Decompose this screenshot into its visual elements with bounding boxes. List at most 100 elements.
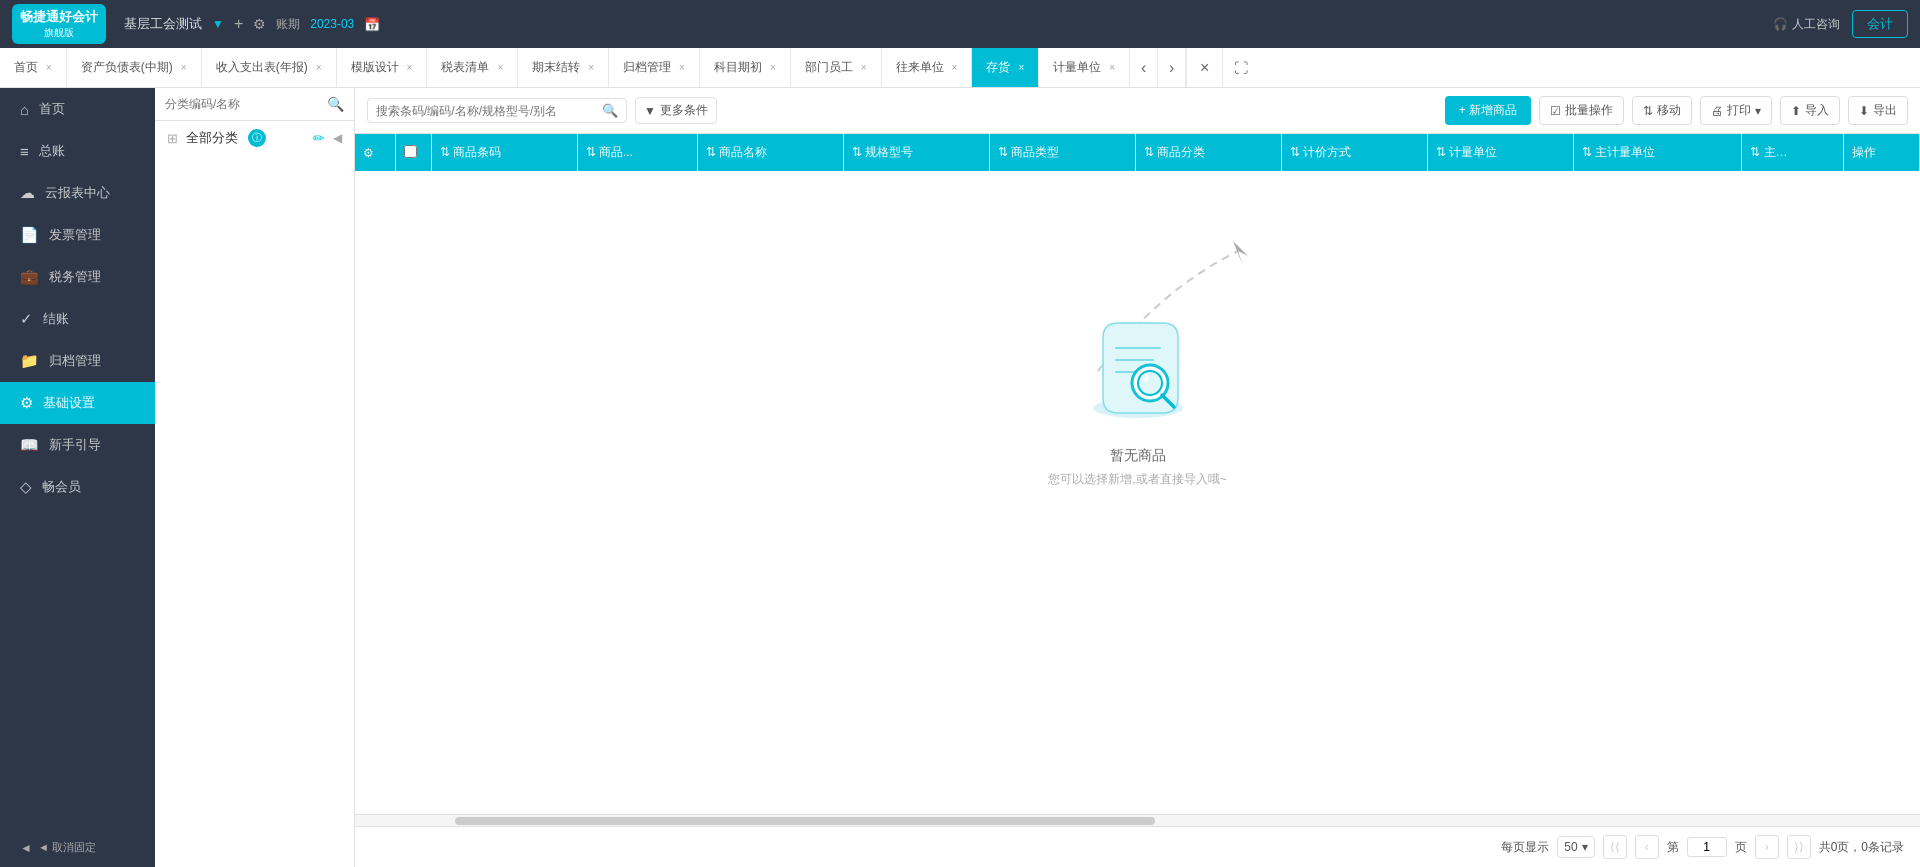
col-code[interactable]: ⇅ 商品... <box>577 134 697 171</box>
tab-archive-mgr[interactable]: 归档管理 × <box>609 48 700 87</box>
empty-subtitle: 您可以选择新增,或者直接导入哦~ <box>1048 471 1226 488</box>
invoice-icon: 📄 <box>20 226 39 244</box>
tab-next-button[interactable]: › <box>1158 48 1186 87</box>
tab-period-end[interactable]: 期末结转 × <box>518 48 609 87</box>
prev-page-button[interactable]: ‹ <box>1635 835 1659 859</box>
tab-close-dept-emp[interactable]: × <box>861 62 867 73</box>
horizontal-scrollbar[interactable] <box>355 814 1920 826</box>
tab-inventory[interactable]: 存货 × <box>972 48 1039 87</box>
tab-expand-button[interactable]: ⛶ <box>1222 48 1258 87</box>
col-barcode[interactable]: ⇅ 商品条码 <box>431 134 577 171</box>
sidebar-item-invoice[interactable]: 📄 发票管理 <box>0 214 155 256</box>
print-button[interactable]: 🖨 打印 ▾ <box>1700 96 1772 125</box>
tab-income[interactable]: 收入支出表(年报) × <box>202 48 337 87</box>
calendar-icon[interactable]: 📅 <box>364 17 380 32</box>
sidebar-item-archive[interactable]: 📁 归档管理 <box>0 340 155 382</box>
filter-button[interactable]: ▼ 更多条件 <box>635 97 717 124</box>
tab-close-unit[interactable]: × <box>1109 62 1115 73</box>
tab-close-home[interactable]: × <box>46 62 52 73</box>
ledger-icon: ≡ <box>20 143 29 160</box>
empty-state: 暂无商品 您可以选择新增,或者直接导入哦~ <box>355 171 1920 528</box>
add-tab-icon[interactable]: + <box>234 15 243 33</box>
tax-icon: 💼 <box>20 268 39 286</box>
tab-unit[interactable]: 计量单位 × <box>1039 48 1130 87</box>
tab-template[interactable]: 模版设计 × <box>337 48 428 87</box>
page-number-input[interactable] <box>1687 837 1727 857</box>
tab-close-period-end[interactable]: × <box>588 62 594 73</box>
category-search-icon[interactable]: 🔍 <box>327 96 344 112</box>
tab-close-tax[interactable]: × <box>497 62 503 73</box>
tab-dept-emp[interactable]: 部门员工 × <box>791 48 882 87</box>
page-size-select[interactable]: 50 ▾ <box>1557 836 1594 858</box>
batch-button[interactable]: ☑ 批量操作 <box>1539 96 1624 125</box>
col-settings[interactable]: ⚙ <box>355 134 395 171</box>
tab-close-partner[interactable]: × <box>952 62 958 73</box>
select-all-checkbox[interactable] <box>404 145 417 158</box>
top-bar: 畅捷通好会计 旗舰版 基层工会测试 ▼ + ⚙ 账期 2023-03 📅 🎧 人… <box>0 0 1920 48</box>
tab-home[interactable]: 首页 × <box>0 48 67 87</box>
basic-settings-icon: ⚙ <box>20 394 33 412</box>
col-type[interactable]: ⇅ 商品类型 <box>989 134 1135 171</box>
col-main3[interactable]: ⇅ 主… <box>1742 134 1843 171</box>
sidebar-item-close[interactable]: ✓ 结账 <box>0 298 155 340</box>
tab-close-inventory[interactable]: × <box>1018 62 1024 73</box>
help-button[interactable]: 🎧 人工咨询 <box>1773 16 1840 33</box>
logo[interactable]: 畅捷通好会计 旗舰版 <box>12 4 106 44</box>
settings-icon[interactable]: ⚙ <box>253 16 266 32</box>
col-checkbox[interactable] <box>395 134 431 171</box>
sidebar-item-reports[interactable]: ☁ 云报表中心 <box>0 172 155 214</box>
tab-close-archive-mgr[interactable]: × <box>679 62 685 73</box>
col-name[interactable]: ⇅ 商品名称 <box>697 134 843 171</box>
company-dropdown-icon[interactable]: ▼ <box>212 17 224 31</box>
cancel-pin-button[interactable]: ◄ ◄ 取消固定 <box>0 828 155 867</box>
col-spec[interactable]: ⇅ 规格型号 <box>843 134 989 171</box>
tab-balance[interactable]: 资产负债表(中期) × <box>67 48 202 87</box>
first-page-button[interactable]: ⟨⟨ <box>1603 835 1627 859</box>
left-panel: 🔍 ⊞ 全部分类 ⓘ ✏ ◀ <box>155 88 355 867</box>
import-button[interactable]: ⬆ 导入 <box>1780 96 1840 125</box>
tab-close-template[interactable]: × <box>407 62 413 73</box>
main-search-icon[interactable]: 🔍 <box>602 103 618 118</box>
tab-close-subject-init[interactable]: × <box>770 62 776 73</box>
page-suffix: 页 <box>1735 839 1747 856</box>
col-main-unit[interactable]: ⇅ 主计量单位 <box>1573 134 1741 171</box>
member-icon: ◇ <box>20 478 32 496</box>
tab-tax[interactable]: 税表清单 × <box>427 48 518 87</box>
col-unit[interactable]: ⇅ 计量单位 <box>1427 134 1573 171</box>
export-button[interactable]: ⬇ 导出 <box>1848 96 1908 125</box>
category-edit-icon[interactable]: ✏ <box>313 130 325 146</box>
tab-subject-init[interactable]: 科目期初 × <box>700 48 791 87</box>
tab-close-balance[interactable]: × <box>181 62 187 73</box>
logo-main: 畅捷通好会计 <box>20 8 98 26</box>
table-container: ⚙ ⇅ 商品条码 ⇅ 商品... <box>355 134 1920 814</box>
tab-prev-button[interactable]: ‹ <box>1130 48 1158 87</box>
add-product-button[interactable]: + 新增商品 <box>1445 96 1531 125</box>
col-category[interactable]: ⇅ 商品分类 <box>1135 134 1281 171</box>
category-collapse-icon[interactable]: ◀ <box>333 131 342 145</box>
next-page-button[interactable]: › <box>1755 835 1779 859</box>
account-button[interactable]: 会计 <box>1852 10 1908 38</box>
all-category-item[interactable]: ⊞ 全部分类 ⓘ ✏ ◀ <box>155 121 354 155</box>
main-search-bar: 🔍 <box>367 98 627 123</box>
main-search-input[interactable] <box>376 104 596 118</box>
last-page-button[interactable]: ⟩⟩ <box>1787 835 1811 859</box>
sidebar-item-tax[interactable]: 💼 税务管理 <box>0 256 155 298</box>
sidebar-item-basic[interactable]: ⚙ 基础设置 <box>0 382 155 424</box>
tab-close-income[interactable]: × <box>316 62 322 73</box>
close-period-icon: ✓ <box>20 310 33 328</box>
col-price-method[interactable]: ⇅ 计价方式 <box>1281 134 1427 171</box>
move-button[interactable]: ⇅ 移动 <box>1632 96 1692 125</box>
tab-bar: 首页 × 资产负债表(中期) × 收入支出表(年报) × 模版设计 × 税表清单… <box>0 48 1920 88</box>
tab-partner[interactable]: 往来单位 × <box>882 48 973 87</box>
period-value[interactable]: 2023-03 <box>310 17 354 31</box>
sidebar-item-home[interactable]: ⌂ 首页 <box>0 88 155 130</box>
scrollbar-thumb[interactable] <box>455 817 1155 825</box>
company-name: 基层工会测试 <box>124 15 202 33</box>
sidebar-item-ledger[interactable]: ≡ 总账 <box>0 130 155 172</box>
sidebar-item-member[interactable]: ◇ 畅会员 <box>0 466 155 508</box>
page-label: 第 <box>1667 839 1679 856</box>
category-search-input[interactable] <box>165 97 321 111</box>
sidebar-item-guide[interactable]: 📖 新手引导 <box>0 424 155 466</box>
print-icon: 🖨 <box>1711 104 1723 118</box>
tab-close-all-button[interactable]: × <box>1186 48 1222 87</box>
